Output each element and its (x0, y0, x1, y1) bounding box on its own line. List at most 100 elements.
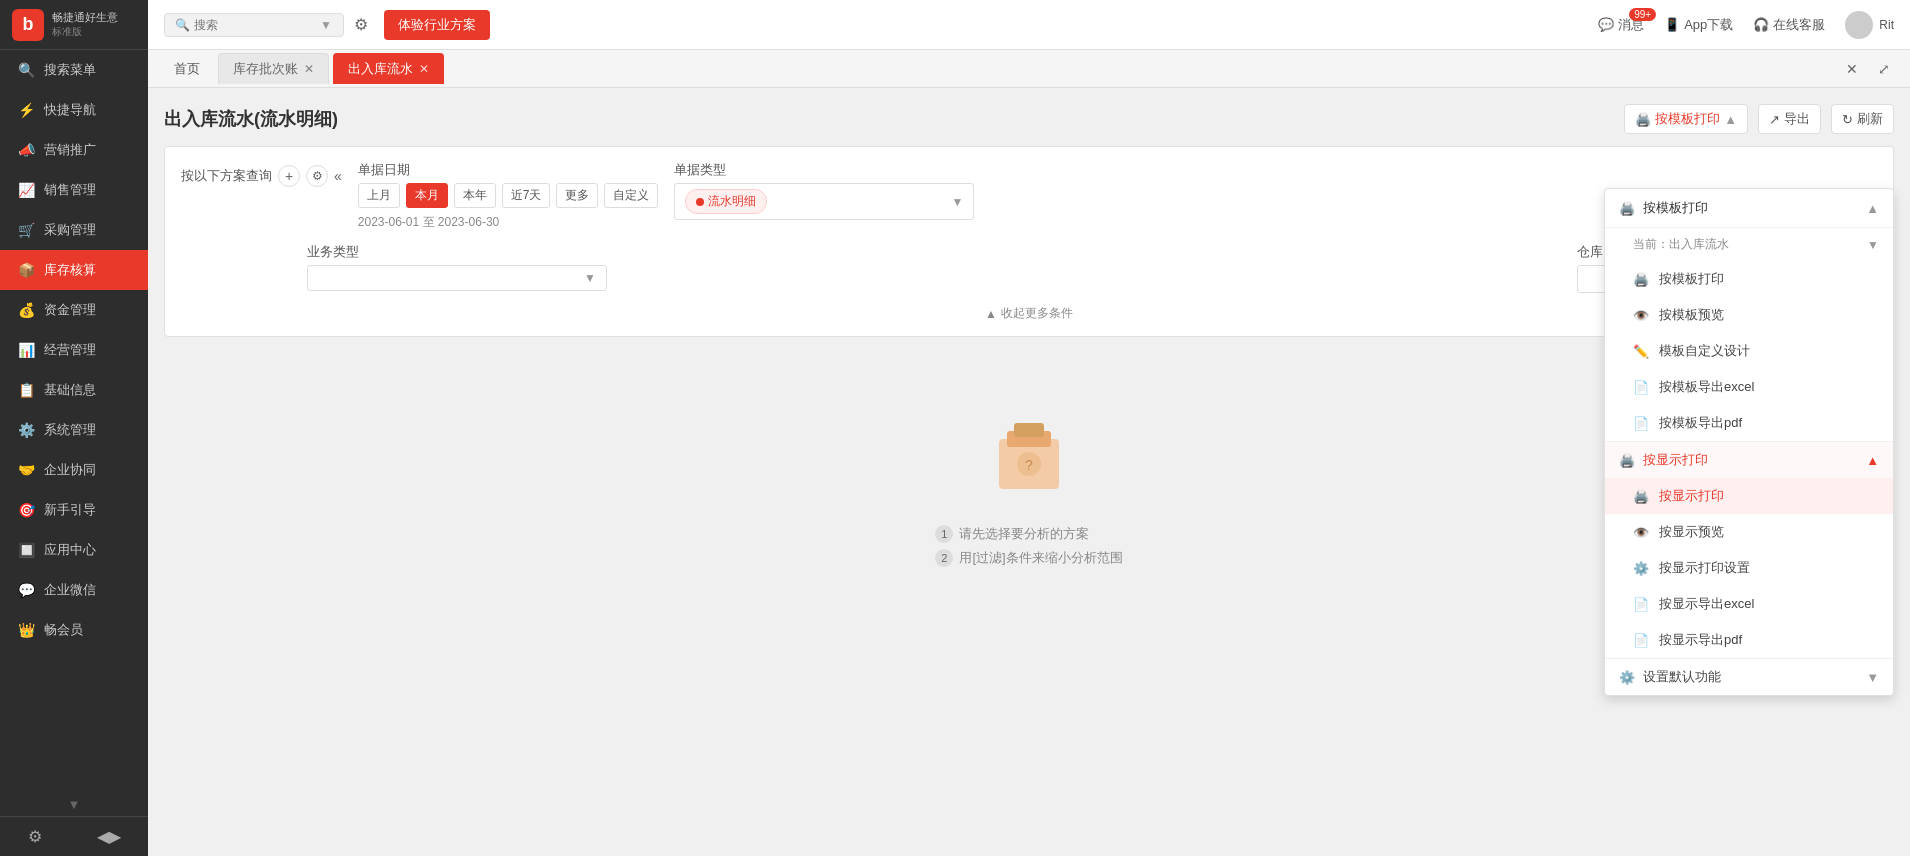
sidebar-item-wechat[interactable]: 💬 企业微信 (0, 570, 148, 610)
sidebar-item-basic[interactable]: 📋 基础信息 (0, 370, 148, 410)
svg-rect-2 (1014, 423, 1044, 437)
order-type-select[interactable]: 流水明细 ▼ (674, 183, 974, 220)
display-excel-icon: 📄 (1633, 596, 1649, 612)
tab-flow[interactable]: 出入库流水 ✕ (333, 53, 444, 84)
settings-icon[interactable]: ⚙ (28, 827, 42, 846)
sidebar-icon-sales: 📈 (16, 180, 36, 200)
sidebar-scroll-down[interactable]: ▼ (0, 793, 148, 816)
sidebar-label-operation: 经营管理 (44, 341, 96, 359)
sidebar-label-app: 应用中心 (44, 541, 96, 559)
display-section-title: 🖨️ 按显示打印 (1619, 451, 1708, 469)
refresh-button[interactable]: ↻ 刷新 (1831, 104, 1894, 134)
order-type-field: 单据类型 流水明细 ▼ (674, 161, 974, 220)
sidebar-item-vip[interactable]: 👑 畅会员 (0, 610, 148, 650)
print-dropdown-icon[interactable]: ▲ (1724, 112, 1737, 127)
sidebar-icon-operation: 📊 (16, 340, 36, 360)
dropdown-item-display-pdf[interactable]: 📄 按显示导出pdf (1605, 622, 1893, 658)
sidebar-item-shortcut[interactable]: ⚡ 快捷导航 (0, 90, 148, 130)
dropdown-item-template-excel[interactable]: 📄 按模板导出excel (1605, 369, 1893, 405)
print-button[interactable]: 🖨️ 按模板打印 ▲ (1624, 104, 1748, 134)
search-dropdown-icon[interactable]: ▼ (320, 18, 332, 32)
collapse-up-icon: ▲ (985, 307, 997, 321)
window-close-btn[interactable]: ✕ (1838, 55, 1866, 83)
trial-button[interactable]: 体验行业方案 (384, 10, 490, 40)
dropdown-item-display-print[interactable]: 🖨️ 按显示打印 (1605, 478, 1893, 514)
sidebar-label-finance: 资金管理 (44, 301, 96, 319)
window-expand-btn[interactable]: ⤢ (1870, 55, 1898, 83)
tab-flow-close[interactable]: ✕ (419, 62, 429, 76)
sidebar-label-marketing: 营销推广 (44, 141, 96, 159)
tab-home[interactable]: 首页 (160, 54, 214, 84)
template-section-header[interactable]: 🖨️ 按模板打印 ▲ (1605, 189, 1893, 228)
date-btn-custom[interactable]: 自定义 (604, 183, 658, 208)
filter-add-btn[interactable]: + (278, 165, 300, 187)
tab-batch[interactable]: 库存批次账 ✕ (218, 53, 329, 84)
dropdown-item-display-excel[interactable]: 📄 按显示导出excel (1605, 586, 1893, 622)
sidebar-item-purchase[interactable]: 🛒 采购管理 (0, 210, 148, 250)
dropdown-item-template-print[interactable]: 🖨️ 按模板打印 (1605, 261, 1893, 297)
dropdown-default-setting[interactable]: ⚙️ 设置默认功能 ▼ (1605, 658, 1893, 695)
service-icon: 🎧 (1753, 17, 1769, 32)
dropdown-item-template-preview[interactable]: 👁️ 按模板预览 (1605, 297, 1893, 333)
dropdown-item-display-settings[interactable]: ⚙️ 按显示打印设置 (1605, 550, 1893, 586)
sidebar-icon-wechat: 💬 (16, 580, 36, 600)
topbar-right: 💬 消息 99+ 📱 App下载 🎧 在线客服 Rit (1598, 11, 1894, 39)
filter-label-area: 按以下方案查询 + ⚙ « (181, 165, 342, 187)
topbar-gear-icon[interactable]: ⚙ (354, 15, 368, 34)
app-download-button[interactable]: 📱 App下载 (1664, 16, 1733, 34)
collapse-button[interactable]: ▲ 收起更多条件 (985, 305, 1073, 322)
biz-type-select[interactable]: ▼ (307, 265, 607, 291)
search-icon: 🔍 (175, 18, 190, 32)
sidebar-icon-guide: 🎯 (16, 500, 36, 520)
sidebar-item-guide[interactable]: 🎯 新手引导 (0, 490, 148, 530)
dropdown-item-display-preview[interactable]: 👁️ 按显示预览 (1605, 514, 1893, 550)
empty-icon: ? (979, 409, 1079, 509)
sidebar-item-operation[interactable]: 📊 经营管理 (0, 330, 148, 370)
message-button[interactable]: 💬 消息 99+ (1598, 16, 1644, 34)
export-button[interactable]: ↗ 导出 (1758, 104, 1821, 134)
filter-collapse-btn[interactable]: « (334, 168, 342, 184)
date-btn-lastmonth[interactable]: 上月 (358, 183, 400, 208)
tab-batch-close[interactable]: ✕ (304, 62, 314, 76)
sidebar-item-inventory[interactable]: 📦 库存核算 (0, 250, 148, 290)
date-field: 单据日期 上月 本月 本年 近7天 更多 自定义 2023-06-01 至 20… (358, 161, 659, 231)
sidebar-item-app[interactable]: 🔲 应用中心 (0, 530, 148, 570)
page-title: 出入库流水(流水明细) (164, 107, 338, 131)
collapse-icon[interactable]: ◀▶ (97, 827, 121, 846)
template-print-item-icon: 🖨️ (1633, 271, 1649, 287)
content-area: 出入库流水(流水明细) 🖨️ 按模板打印 ▲ ↗ 导出 ↻ 刷新 (148, 88, 1910, 856)
dropdown-item-template-custom[interactable]: ✏️ 模板自定义设计 (1605, 333, 1893, 369)
sidebar-item-search[interactable]: 🔍 搜索菜单 (0, 50, 148, 90)
sidebar-item-marketing[interactable]: 📣 营销推广 (0, 130, 148, 170)
date-btn-thisyear[interactable]: 本年 (454, 183, 496, 208)
sidebar-item-corp[interactable]: 🤝 企业协同 (0, 450, 148, 490)
sidebar-item-system[interactable]: ⚙️ 系统管理 (0, 410, 148, 450)
biz-type-field: 业务类型 ▼ (307, 243, 607, 291)
sidebar-label-system: 系统管理 (44, 421, 96, 439)
date-btn-7days[interactable]: 近7天 (502, 183, 551, 208)
sidebar-label-vip: 畅会员 (44, 621, 83, 639)
sidebar-icon-system: ⚙️ (16, 420, 36, 440)
display-section-header[interactable]: 🖨️ 按显示打印 ▲ (1605, 441, 1893, 478)
search-box[interactable]: 🔍 ▼ (164, 13, 344, 37)
template-section-collapse-icon[interactable]: ▲ (1866, 201, 1879, 216)
online-service-button[interactable]: 🎧 在线客服 (1753, 16, 1825, 34)
sidebar-item-finance[interactable]: 💰 资金管理 (0, 290, 148, 330)
order-type-caret: ▼ (952, 195, 964, 209)
sidebar-icon-corp: 🤝 (16, 460, 36, 480)
dropdown-item-template-pdf[interactable]: 📄 按模板导出pdf (1605, 405, 1893, 441)
sidebar-item-sales[interactable]: 📈 销售管理 (0, 170, 148, 210)
sidebar-icon-app: 🔲 (16, 540, 36, 560)
filter-settings-btn[interactable]: ⚙ (306, 165, 328, 187)
display-section-arrow[interactable]: ▲ (1866, 453, 1879, 468)
sidebar-icon-shortcut: ⚡ (16, 100, 36, 120)
date-btn-thismonth[interactable]: 本月 (406, 183, 448, 208)
user-area[interactable]: Rit (1845, 11, 1894, 39)
date-btn-more[interactable]: 更多 (556, 183, 598, 208)
sidebar-label-inventory: 库存核算 (44, 261, 96, 279)
search-input[interactable] (194, 18, 314, 32)
template-excel-icon: 📄 (1633, 379, 1649, 395)
template-preview-icon: 👁️ (1633, 307, 1649, 323)
logo-text: 畅捷通好生意 标准版 (52, 10, 118, 39)
filter-label: 按以下方案查询 (181, 167, 272, 185)
